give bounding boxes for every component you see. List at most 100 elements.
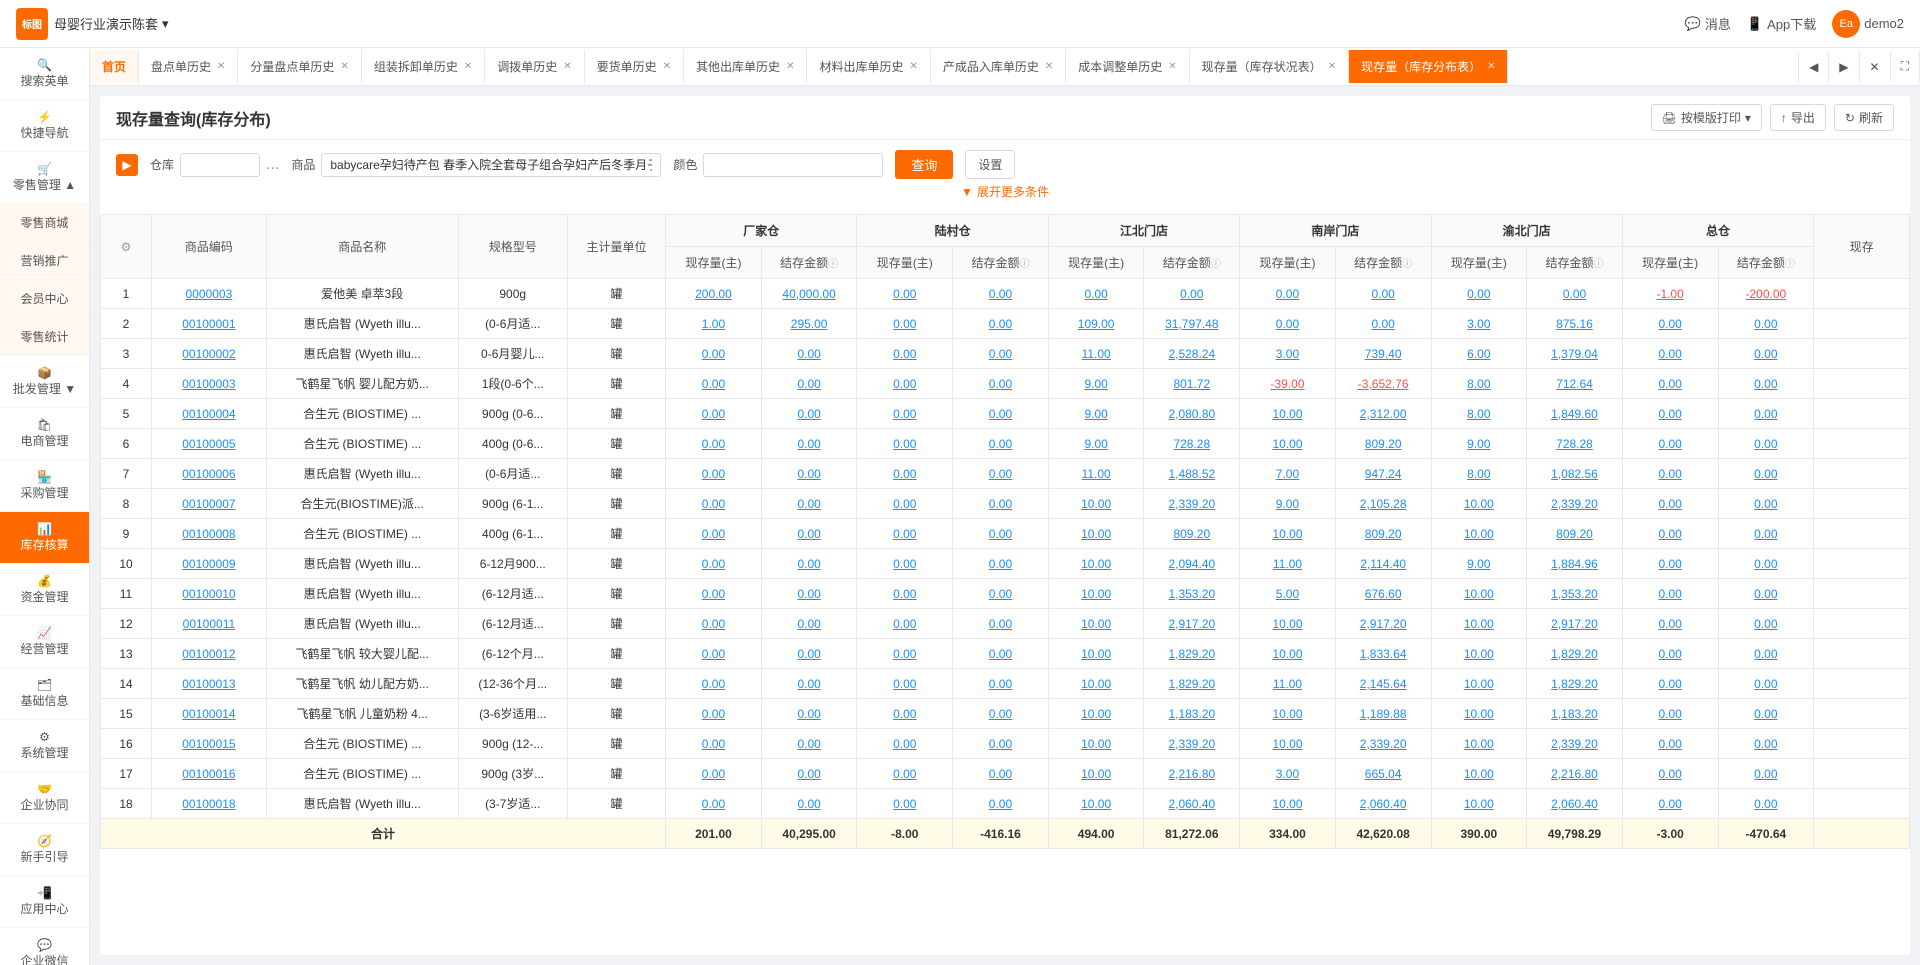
info-icon-6[interactable]: ⓘ [1785, 259, 1795, 270]
num-link[interactable]: 0.00 [1371, 287, 1394, 301]
tab-prev-btn[interactable]: ◀ [1799, 52, 1829, 82]
num-link[interactable]: 0.00 [797, 497, 820, 511]
num-link[interactable]: 665.04 [1365, 767, 1402, 781]
tab-next-btn[interactable]: ▶ [1829, 52, 1859, 82]
num-link[interactable]: -3,652.76 [1358, 377, 1409, 391]
num-link[interactable]: 10.00 [1272, 407, 1302, 421]
num-link[interactable]: 0.00 [893, 317, 916, 331]
num-link[interactable]: 0.00 [1563, 287, 1586, 301]
num-link[interactable]: 10.00 [1081, 737, 1111, 751]
tab-material-history[interactable]: 材料出库单历史✕ [807, 50, 930, 83]
num-link[interactable]: 0.00 [1754, 527, 1777, 541]
info-icon-5[interactable]: ⓘ [1594, 259, 1604, 270]
sidebar-item-wholesale[interactable]: 📦批发管理 ▼ [0, 356, 89, 408]
code-link[interactable]: 00100008 [182, 527, 235, 541]
num-link[interactable]: 0.00 [989, 467, 1012, 481]
num-link[interactable]: 0.00 [702, 647, 725, 661]
code-link[interactable]: 00100014 [182, 707, 235, 721]
num-link[interactable]: 11.00 [1273, 677, 1302, 691]
num-link[interactable]: 1,353.20 [1551, 587, 1598, 601]
num-link[interactable]: 0.00 [989, 617, 1012, 631]
num-link[interactable]: 0.00 [702, 587, 725, 601]
sidebar-item-retail-stats[interactable]: 零售统计 [0, 318, 89, 356]
num-link[interactable]: 2,216.80 [1168, 767, 1215, 781]
num-link[interactable]: 0.00 [702, 797, 725, 811]
code-link[interactable]: 00100005 [182, 437, 235, 451]
tab-fullscreen-btn[interactable]: ⛶ [1891, 51, 1920, 82]
num-link[interactable]: 0.00 [1658, 677, 1681, 691]
code-link[interactable]: 00100016 [182, 767, 235, 781]
num-link[interactable]: 2,339.20 [1551, 737, 1598, 751]
product-input[interactable] [321, 153, 661, 177]
num-link[interactable]: 8.00 [1467, 407, 1490, 421]
num-link[interactable]: 0.00 [702, 437, 725, 451]
num-link[interactable]: 0.00 [702, 497, 725, 511]
num-link[interactable]: 0.00 [1276, 287, 1299, 301]
num-link[interactable]: 0.00 [1658, 557, 1681, 571]
message-btn[interactable]: 💬 消息 [1685, 14, 1731, 33]
sidebar-item-retail-shop[interactable]: 零售商城 [0, 204, 89, 242]
tab-order-history[interactable]: 要货单历史✕ [585, 50, 684, 83]
num-link[interactable]: 2,105.28 [1360, 497, 1407, 511]
tab-portion-history[interactable]: 分量盘点单历史✕ [238, 50, 361, 83]
num-link[interactable]: 10.00 [1464, 617, 1494, 631]
num-link[interactable]: 8.00 [1467, 467, 1490, 481]
code-link[interactable]: 00100012 [182, 647, 235, 661]
num-link[interactable]: 0.00 [1754, 587, 1777, 601]
tab-transfer-history[interactable]: 调拨单历史✕ [485, 50, 584, 83]
num-link[interactable]: 0.00 [893, 497, 916, 511]
num-link[interactable]: 0.00 [1754, 497, 1777, 511]
code-link[interactable]: 00100015 [182, 737, 235, 751]
num-link[interactable]: 0.00 [702, 557, 725, 571]
num-link[interactable]: 0.00 [702, 617, 725, 631]
num-link[interactable]: 0.00 [1754, 437, 1777, 451]
num-link[interactable]: 809.20 [1365, 437, 1402, 451]
num-link[interactable]: 9.00 [1276, 497, 1299, 511]
num-link[interactable]: 7.00 [1276, 467, 1299, 481]
num-link[interactable]: 712.64 [1556, 377, 1593, 391]
num-link[interactable]: 0.00 [797, 707, 820, 721]
num-link[interactable]: 0.00 [797, 587, 820, 601]
num-link[interactable]: 11.00 [1082, 347, 1111, 361]
tab-inventory-history[interactable]: 盘点单历史✕ [139, 50, 238, 83]
tab-close-3[interactable]: ✕ [464, 61, 472, 72]
num-link[interactable]: 0.00 [1658, 797, 1681, 811]
num-link[interactable]: 9.00 [1467, 437, 1490, 451]
num-link[interactable]: 1,829.20 [1168, 647, 1215, 661]
num-link[interactable]: 0.00 [1658, 527, 1681, 541]
num-link[interactable]: 2,339.20 [1168, 737, 1215, 751]
num-link[interactable]: 1.00 [702, 317, 725, 331]
num-link[interactable]: 2,917.20 [1360, 617, 1407, 631]
num-link[interactable]: 2,094.40 [1168, 557, 1215, 571]
num-link[interactable]: 11.00 [1273, 557, 1302, 571]
num-link[interactable]: 0.00 [989, 737, 1012, 751]
num-link[interactable]: 0.00 [1658, 737, 1681, 751]
num-link[interactable]: 10.00 [1081, 677, 1111, 691]
num-link[interactable]: 0.00 [893, 677, 916, 691]
num-link[interactable]: 9.00 [1084, 407, 1107, 421]
num-link[interactable]: 40,000.00 [782, 287, 835, 301]
num-link[interactable]: 0.00 [702, 347, 725, 361]
tab-stock-status[interactable]: 现存量（库存状况表）✕ [1190, 50, 1349, 83]
num-link[interactable]: 1,829.20 [1168, 677, 1215, 691]
num-link[interactable]: 0.00 [989, 677, 1012, 691]
num-link[interactable]: 2,216.80 [1551, 767, 1598, 781]
sidebar-item-guide[interactable]: 🧭新手引导 [0, 824, 89, 876]
num-link[interactable]: 2,339.20 [1551, 497, 1598, 511]
num-link[interactable]: 0.00 [1754, 797, 1777, 811]
num-link[interactable]: 0.00 [1754, 677, 1777, 691]
num-link[interactable]: 0.00 [1658, 317, 1681, 331]
num-link[interactable]: 0.00 [1658, 467, 1681, 481]
tab-product-history[interactable]: 产成品入库单历史✕ [931, 50, 1066, 83]
num-link[interactable]: 1,829.20 [1551, 647, 1598, 661]
num-link[interactable]: 728.28 [1173, 437, 1210, 451]
num-link[interactable]: 2,917.20 [1551, 617, 1598, 631]
num-link[interactable]: 295.00 [791, 317, 828, 331]
num-link[interactable]: 0.00 [797, 557, 820, 571]
num-link[interactable]: 0.00 [989, 377, 1012, 391]
num-link[interactable]: 0.00 [893, 557, 916, 571]
tab-cost-history[interactable]: 成本调整单历史✕ [1066, 50, 1189, 83]
num-link[interactable]: 0.00 [989, 797, 1012, 811]
num-link[interactable]: 0.00 [893, 407, 916, 421]
expand-conditions-btn[interactable]: ▼ 展开更多条件 [961, 183, 1049, 200]
